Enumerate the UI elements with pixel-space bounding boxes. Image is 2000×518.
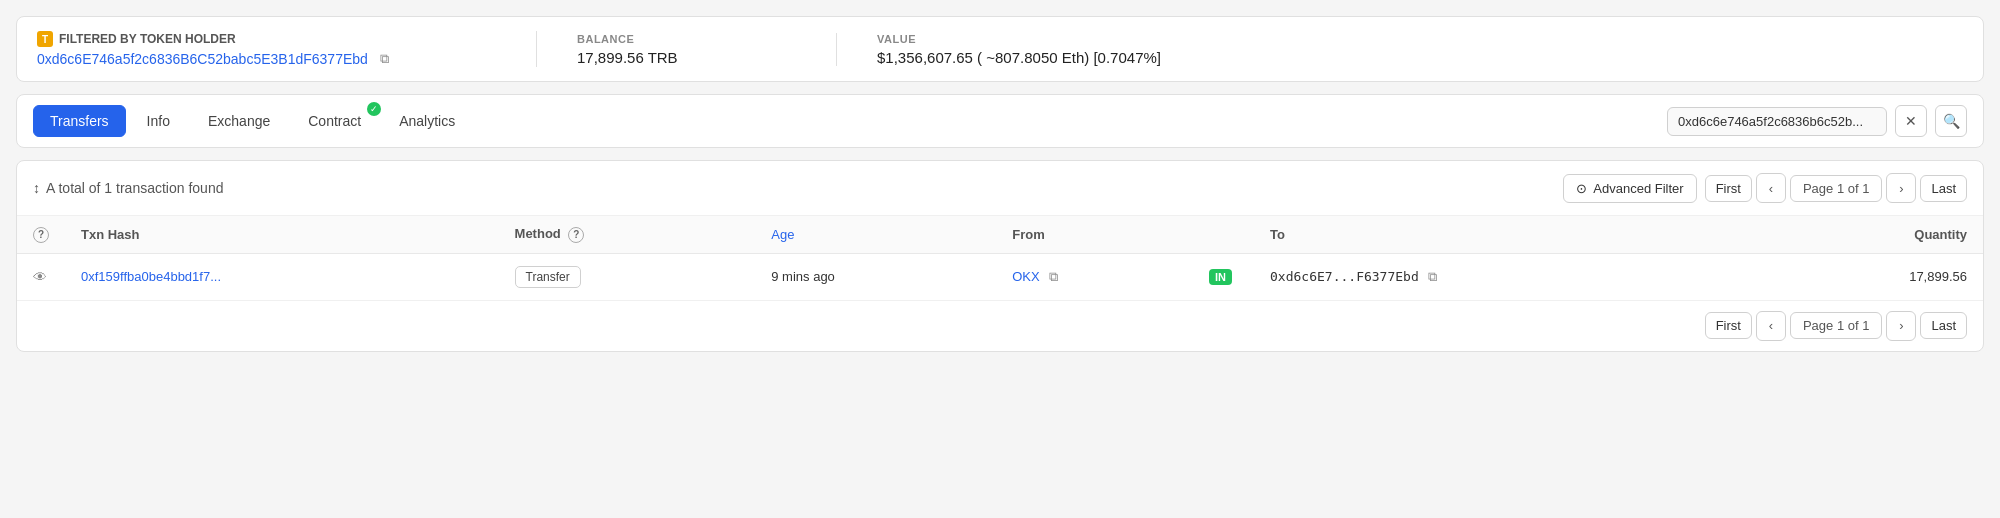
row-age-cell: 9 mins ago: [755, 253, 996, 300]
row-quantity-value: 17,899.56: [1909, 269, 1967, 284]
search-icon: 🔍: [1943, 113, 1960, 129]
token-holder-label: T FILTERED BY TOKEN HOLDER: [37, 31, 496, 47]
filter-icon: ⊙: [1576, 181, 1587, 196]
transaction-count: A total of 1 transaction found: [46, 180, 223, 196]
col-method-help[interactable]: ?: [568, 227, 584, 243]
page-info-top: Page 1 of 1: [1790, 175, 1883, 202]
top-pagination: First ‹ Page 1 of 1 › Last: [1705, 173, 1967, 203]
col-txhash: Txn Hash: [65, 216, 499, 253]
row-to-address: 0xd6c6E7...F6377Ebd: [1270, 269, 1419, 284]
token-holder-address[interactable]: 0xd6c6E746a5f2c6836B6C52babc5E3B1dF6377E…: [37, 51, 368, 67]
prev-page-button-bottom[interactable]: ‹: [1756, 311, 1786, 341]
toolbar-right: ⊙ Advanced Filter First ‹ Page 1 of 1 › …: [1563, 173, 1967, 203]
last-page-button-bottom[interactable]: Last: [1920, 312, 1967, 339]
contract-check-icon: ✓: [367, 102, 381, 116]
tabs-right: ✕ 🔍: [1667, 105, 1967, 137]
tab-transfers[interactable]: Transfers: [33, 105, 126, 137]
table-toolbar: ↕ A total of 1 transaction found ⊙ Advan…: [17, 161, 1983, 216]
row-from-link[interactable]: OKX: [1012, 269, 1039, 284]
value-section: VALUE $1,356,607.65 ( ~807.8050 Eth) [0.…: [837, 33, 1963, 66]
col-method: Method ?: [499, 216, 756, 253]
col-from-label: From: [1012, 227, 1045, 242]
table-card: ↕ A total of 1 transaction found ⊙ Advan…: [16, 160, 1984, 352]
next-page-button-bottom[interactable]: ›: [1886, 311, 1916, 341]
clear-search-button[interactable]: ✕: [1895, 105, 1927, 137]
row-txhash-link[interactable]: 0xf159ffba0be4bbd1f7...: [81, 269, 221, 284]
tab-info[interactable]: Info: [130, 105, 187, 137]
col-to-address: To: [1254, 216, 1756, 253]
row-txhash-cell: 0xf159ffba0be4bbd1f7...: [65, 253, 499, 300]
tabs-row: Transfers Info Exchange Contract ✓ Analy…: [16, 94, 1984, 148]
col-quantity: Quantity: [1757, 216, 1983, 253]
advanced-filter-label: Advanced Filter: [1593, 181, 1683, 196]
col-to-label: To: [1270, 227, 1285, 242]
table-header: ? Txn Hash Method ? Age From: [17, 216, 1983, 253]
row-quantity-cell: 17,899.56: [1757, 253, 1983, 300]
last-page-button-top[interactable]: Last: [1920, 175, 1967, 202]
sort-icon: ↕: [33, 180, 40, 196]
table-row: 👁 0xf159ffba0be4bbd1f7... Transfer 9 min…: [17, 253, 1983, 300]
token-icon: T: [37, 31, 53, 47]
balance-value: 17,899.56 TRB: [577, 49, 796, 66]
table-body: 👁 0xf159ffba0be4bbd1f7... Transfer 9 min…: [17, 253, 1983, 300]
col-method-label: Method: [515, 226, 561, 241]
info-card-left: T FILTERED BY TOKEN HOLDER 0xd6c6E746a5f…: [37, 31, 537, 67]
copy-to-icon[interactable]: ⧉: [1428, 269, 1437, 285]
col-txhash-label: Txn Hash: [81, 227, 140, 242]
first-page-button-top[interactable]: First: [1705, 175, 1752, 202]
copy-address-icon[interactable]: ⧉: [380, 51, 389, 67]
page-info-bottom: Page 1 of 1: [1790, 312, 1883, 339]
info-card: T FILTERED BY TOKEN HOLDER 0xd6c6E746a5f…: [16, 16, 1984, 82]
tab-contract[interactable]: Contract ✓: [291, 105, 378, 137]
row-eye-cell: 👁: [17, 253, 65, 300]
col-eye-help[interactable]: ?: [33, 227, 49, 243]
col-from: From: [996, 216, 1193, 253]
advanced-filter-button[interactable]: ⊙ Advanced Filter: [1563, 174, 1696, 203]
col-age-label[interactable]: Age: [771, 227, 794, 242]
row-age-value: 9 mins ago: [771, 269, 835, 284]
value-label: VALUE: [877, 33, 1963, 45]
copy-from-icon[interactable]: ⧉: [1049, 269, 1058, 285]
balance-section: BALANCE 17,899.56 TRB: [537, 33, 837, 66]
tab-analytics[interactable]: Analytics: [382, 105, 472, 137]
row-to-cell: 0xd6c6E7...F6377Ebd ⧉: [1254, 253, 1756, 300]
bottom-toolbar: First ‹ Page 1 of 1 › Last: [17, 300, 1983, 351]
table-header-row: ? Txn Hash Method ? Age From: [17, 216, 1983, 253]
next-page-button-top[interactable]: ›: [1886, 173, 1916, 203]
col-age: Age: [755, 216, 996, 253]
search-button[interactable]: 🔍: [1935, 105, 1967, 137]
search-address-input[interactable]: [1667, 107, 1887, 136]
col-quantity-label: Quantity: [1914, 227, 1967, 242]
toolbar-left: ↕ A total of 1 transaction found: [33, 180, 1563, 196]
prev-page-button-top[interactable]: ‹: [1756, 173, 1786, 203]
filtered-by-label: FILTERED BY TOKEN HOLDER: [59, 32, 236, 46]
tab-exchange[interactable]: Exchange: [191, 105, 287, 137]
balance-label: BALANCE: [577, 33, 796, 45]
row-direction-cell: IN: [1193, 253, 1254, 300]
col-eye: ?: [17, 216, 65, 253]
row-direction-badge: IN: [1209, 269, 1232, 285]
row-eye-icon[interactable]: 👁: [33, 269, 47, 285]
col-to: [1193, 216, 1254, 253]
value-value: $1,356,607.65 ( ~807.8050 Eth) [0.7047%]: [877, 49, 1963, 66]
row-method-cell: Transfer: [499, 253, 756, 300]
row-method-badge: Transfer: [515, 266, 581, 288]
first-page-button-bottom[interactable]: First: [1705, 312, 1752, 339]
row-from-cell: OKX ⧉: [996, 253, 1193, 300]
tabs-left: Transfers Info Exchange Contract ✓ Analy…: [33, 105, 1667, 137]
transfers-table: ? Txn Hash Method ? Age From: [17, 216, 1983, 300]
